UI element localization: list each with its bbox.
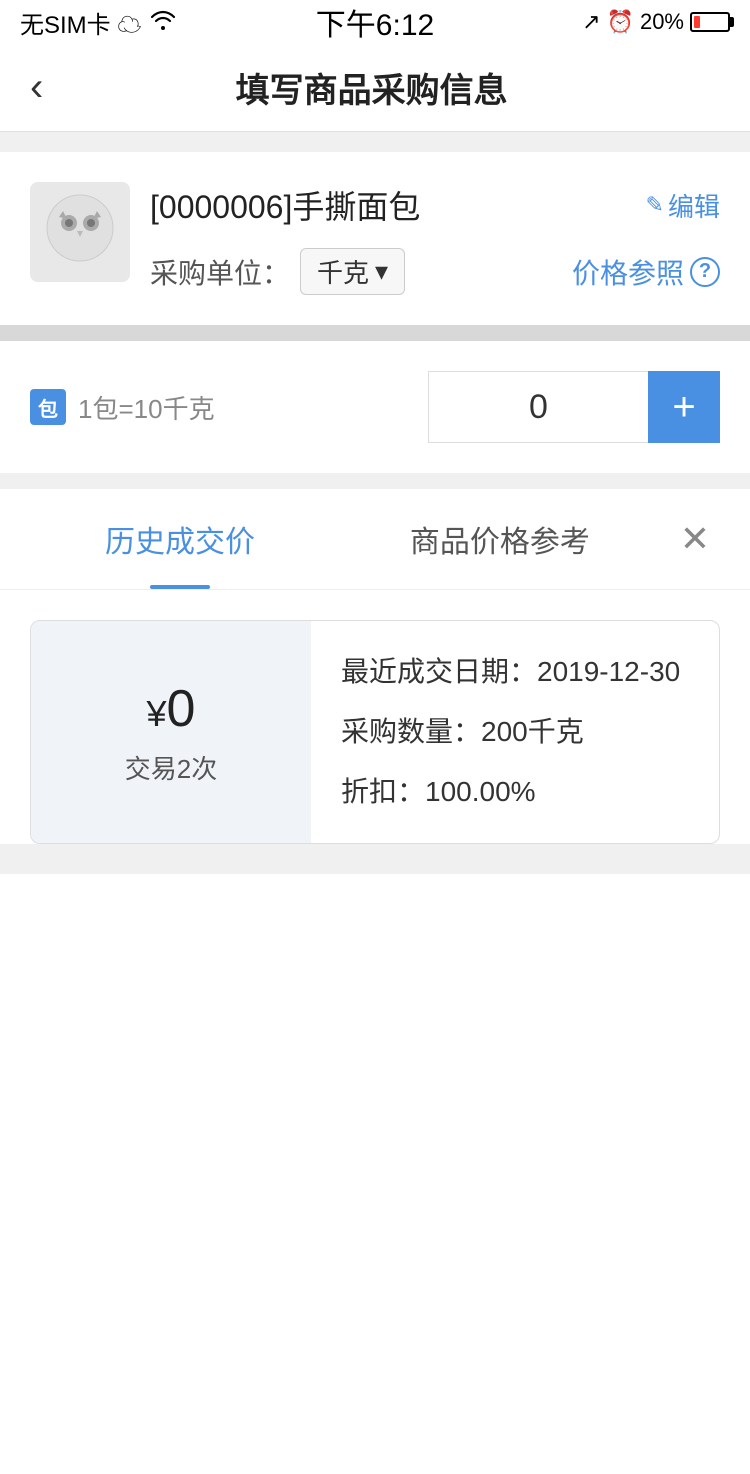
history-details-right: 最近成交日期：2019-12-30 采购数量：200千克 折扣：100.00% — [311, 621, 719, 843]
alarm-icon: ⏰ — [607, 9, 634, 35]
product-thumbnail — [30, 182, 130, 282]
history-trades-count: 交易2次 — [125, 749, 217, 786]
history-price-value: ¥0 — [147, 679, 196, 739]
product-unit-row: 采购单位： 千克 ▾ 价格参照 ? — [150, 248, 720, 295]
section-divider — [0, 325, 750, 341]
location-icon: ↗ — [582, 9, 600, 35]
battery-percent: 20% — [640, 9, 684, 35]
quantity-plus-button[interactable]: + — [648, 371, 720, 443]
product-logo — [45, 193, 115, 272]
main-content-area — [0, 874, 750, 1474]
history-price-left: ¥0 交易2次 — [31, 621, 311, 843]
product-name-row: [0000006]手撕面包 ✎ 编辑 — [150, 182, 720, 228]
status-right: ↗ ⏰ 20% — [582, 9, 730, 35]
tab-history-price[interactable]: 历史成交价 — [20, 489, 340, 589]
quantity-row: 包 1包=10千克 0 + — [0, 341, 750, 473]
unit-conversion: 1包=10千克 — [78, 389, 215, 426]
battery-icon — [690, 12, 730, 32]
price-reference-button[interactable]: 价格参照 ? — [572, 252, 720, 292]
edit-button[interactable]: ✎ 编辑 — [646, 187, 720, 224]
nav-bar: ‹ 填写商品采购信息 — [0, 44, 750, 132]
status-time: 下午6:12 — [316, 0, 434, 44]
status-bar: 无SIM卡 ☁ 下午6:12 ↗ ⏰ 20% — [0, 0, 750, 44]
close-panel-button[interactable]: ✕ — [660, 508, 730, 570]
product-info: [0000006]手撕面包 ✎ 编辑 采购单位： 千克 ▾ 价格参照 ? — [150, 182, 720, 295]
tabs-bar: 历史成交价 商品价格参考 ✕ — [0, 489, 750, 590]
history-card: ¥0 交易2次 最近成交日期：2019-12-30 采购数量：200千克 折扣：… — [30, 620, 720, 844]
wifi-icon — [149, 8, 177, 37]
quantity-input[interactable]: 0 — [428, 371, 648, 443]
last-trade-date: 最近成交日期：2019-12-30 — [341, 651, 689, 693]
product-name: [0000006]手撕面包 — [150, 182, 420, 228]
unit-tag: 包 — [30, 389, 66, 425]
status-left: 无SIM卡 ☁ — [20, 5, 177, 40]
bottom-panel: 历史成交价 商品价格参考 ✕ ¥0 交易2次 最近成交日期：2019-12-30… — [0, 489, 750, 844]
edit-icon: ✎ — [646, 192, 664, 218]
help-icon: ? — [690, 257, 720, 287]
page-title: 填写商品采购信息 — [63, 63, 680, 112]
unit-info: 包 1包=10千克 — [30, 389, 215, 426]
tab-product-price-ref[interactable]: 商品价格参考 — [340, 489, 660, 589]
unit-select-dropdown[interactable]: 千克 ▾ — [300, 248, 405, 295]
back-button[interactable]: ‹ — [30, 65, 63, 110]
purchase-quantity: 采购数量：200千克 — [341, 711, 689, 753]
unit-label: 采购单位： 千克 ▾ — [150, 248, 405, 295]
product-card: [0000006]手撕面包 ✎ 编辑 采购单位： 千克 ▾ 价格参照 ? — [0, 152, 750, 325]
quantity-control: 0 + — [428, 371, 720, 443]
carrier-text: 无SIM卡 ☁ — [20, 5, 141, 40]
discount-value: 折扣：100.00% — [341, 771, 689, 813]
